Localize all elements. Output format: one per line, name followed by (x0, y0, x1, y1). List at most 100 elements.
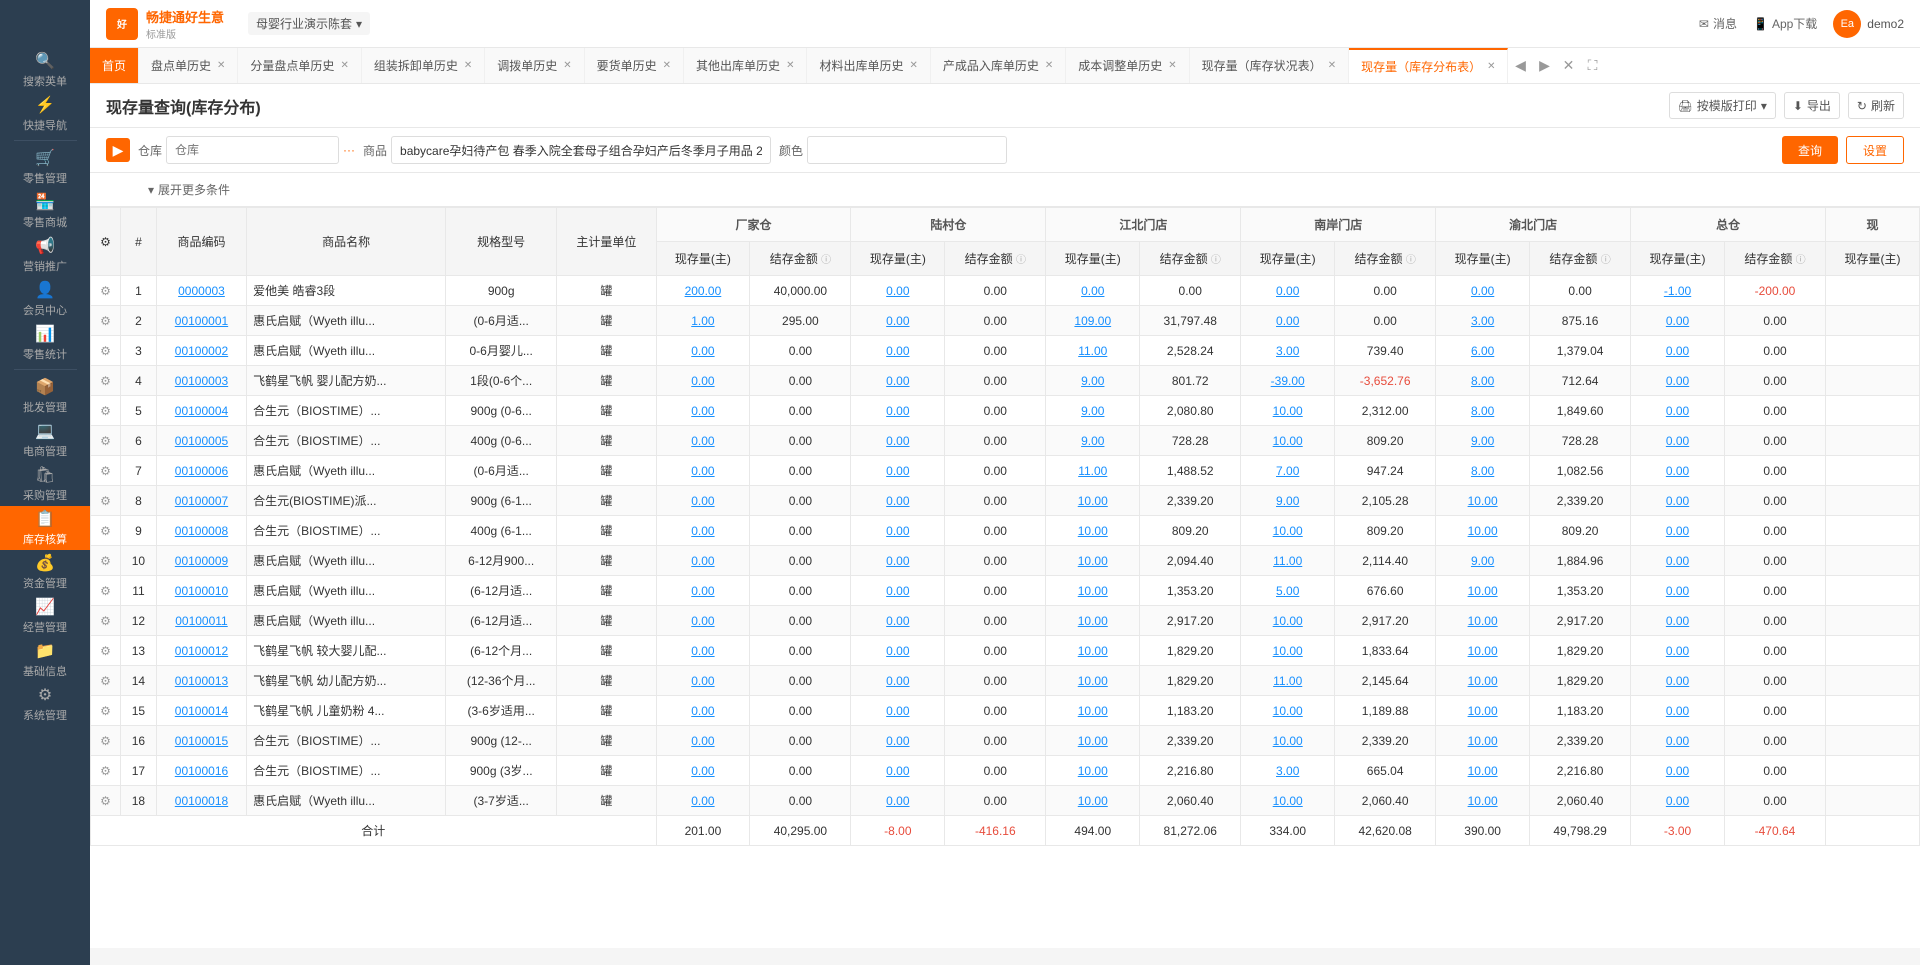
close-tab-icon[interactable]: ✕ (1045, 60, 1053, 71)
close-tab-icon[interactable]: ✕ (217, 60, 225, 71)
row-gear[interactable]: ⚙ (91, 726, 121, 756)
settings-btn[interactable]: 设置 (1846, 136, 1904, 164)
row-gear[interactable]: ⚙ (91, 396, 121, 426)
row-jb-qty: 10.00 (1046, 516, 1140, 546)
sidebar-item-search[interactable]: 🔍 搜索英单 (0, 48, 90, 92)
row-gear[interactable]: ⚙ (91, 516, 121, 546)
tab-product-in[interactable]: 产成品入库单历史 ✕ (931, 48, 1066, 84)
sidebar-item-member[interactable]: 👤 会员中心 (0, 277, 90, 321)
close-tab-icon[interactable]: ✕ (563, 60, 571, 71)
table-container[interactable]: ⚙ # 商品编码 商品名称 规格型号 主计量单位 厂家仓 陆村仓 江北门店 南岸… (90, 207, 1920, 948)
sidebar-item-finance[interactable]: 💰 资金管理 (0, 550, 90, 594)
color-input[interactable] (807, 136, 1007, 164)
app-download-btn[interactable]: 📱 App下载 (1753, 15, 1817, 32)
row-gear[interactable]: ⚙ (91, 666, 121, 696)
sidebar-item-wholesale[interactable]: 📦 批发管理 (0, 374, 90, 418)
close-tab-icon[interactable]: ✕ (340, 60, 348, 71)
tab-inventory-check[interactable]: 盘点单历史 ✕ (139, 48, 238, 84)
row-jb-qty: 10.00 (1046, 486, 1140, 516)
nav-fullscreen-icon[interactable]: ⛶ (1580, 48, 1604, 84)
row-gear[interactable]: ⚙ (91, 696, 121, 726)
close-tab-icon[interactable]: ✕ (464, 60, 472, 71)
row-gear[interactable]: ⚙ (91, 606, 121, 636)
close-tab-icon[interactable]: ✕ (909, 60, 917, 71)
row-extra (1826, 306, 1920, 336)
row-lc-qty: 0.00 (851, 396, 945, 426)
refresh-btn[interactable]: ↻ 刷新 (1848, 92, 1904, 119)
row-gear[interactable]: ⚙ (91, 486, 121, 516)
close-tab-icon[interactable]: ✕ (1328, 60, 1336, 71)
tab-material-out[interactable]: 材料出库单历史 ✕ (807, 48, 930, 84)
query-btn[interactable]: 查询 (1782, 136, 1838, 164)
row-spec: 900g (0-6... (446, 396, 557, 426)
row-gear[interactable]: ⚙ (91, 756, 121, 786)
close-tab-icon[interactable]: ✕ (1487, 61, 1495, 72)
tab-order[interactable]: 要货单历史 ✕ (585, 48, 684, 84)
sidebar-item-purchase[interactable]: 🛍 采购管理 (0, 462, 90, 506)
nav-close-icon[interactable]: ✕ (1556, 48, 1580, 84)
tab-transfer[interactable]: 调拨单历史 ✕ (485, 48, 584, 84)
tab-stock-dist[interactable]: 现存量（库存分布表） ✕ (1349, 48, 1508, 84)
goods-input[interactable] (391, 136, 771, 164)
row-cjj-amt: 0.00 (750, 726, 851, 756)
row-gear[interactable]: ⚙ (91, 426, 121, 456)
gear-header[interactable]: ⚙ (91, 208, 121, 276)
sidebar-item-marketing[interactable]: 📢 营销推广 (0, 233, 90, 277)
export-btn[interactable]: ⬇ 导出 (1784, 92, 1840, 119)
row-name: 惠氏启赋（Wyeth illu... (247, 306, 446, 336)
row-spec: 900g (3岁... (446, 756, 557, 786)
sidebar-item-system[interactable]: ⚙ 系统管理 (0, 682, 90, 726)
sidebar-item-retail-stats[interactable]: 📊 零售统计 (0, 321, 90, 365)
row-gear[interactable]: ⚙ (91, 276, 121, 306)
row-gear[interactable]: ⚙ (91, 306, 121, 336)
nav-prev-arrow[interactable]: ◀ (1508, 48, 1532, 84)
row-cjj-qty: 1.00 (656, 306, 750, 336)
sidebar-item-mall[interactable]: 🏪 零售商城 (0, 189, 90, 233)
row-name: 飞鹤星飞帆 幼儿配方奶... (247, 666, 446, 696)
sidebar-item-basic[interactable]: 📁 基础信息 (0, 638, 90, 682)
row-gear[interactable]: ⚙ (91, 576, 121, 606)
row-gear[interactable]: ⚙ (91, 456, 121, 486)
row-yb-amt: 2,060.40 (1530, 786, 1631, 816)
warehouse-input[interactable] (166, 136, 339, 164)
tab-assemble[interactable]: 组装拆卸单历史 ✕ (362, 48, 485, 84)
close-tab-icon[interactable]: ✕ (786, 60, 794, 71)
row-gear[interactable]: ⚙ (91, 786, 121, 816)
row-jb-qty: 9.00 (1046, 366, 1140, 396)
row-gear[interactable]: ⚙ (91, 366, 121, 396)
print-btn[interactable]: 🖨 按模版打印 ▾ (1669, 92, 1776, 119)
sidebar-item-retail[interactable]: 🛒 零售管理 (0, 145, 90, 189)
jb-amt-header: 结存金额 ⓘ (1140, 242, 1241, 276)
tab-home[interactable]: 首页 (90, 48, 139, 84)
row-yb-qty: 8.00 (1436, 456, 1530, 486)
user-menu[interactable]: Ea demo2 (1833, 10, 1904, 38)
row-total-amt: 0.00 (1724, 786, 1825, 816)
sidebar-item-ecommerce[interactable]: 💻 电商管理 (0, 418, 90, 462)
tab-portion-check[interactable]: 分量盘点单历史 ✕ (238, 48, 361, 84)
expand-conditions-btn[interactable]: ▾ 展开更多条件 (140, 177, 238, 202)
tab-stock-status[interactable]: 现存量（库存状况表） ✕ (1190, 48, 1349, 84)
row-unit: 罐 (557, 636, 656, 666)
tab-cost-adjust[interactable]: 成本调整单历史 ✕ (1066, 48, 1189, 84)
sidebar-item-inventory[interactable]: 📋 库存核算 (0, 506, 90, 550)
row-na-amt: 2,312.00 (1335, 396, 1436, 426)
row-total-qty: 0.00 (1631, 576, 1725, 606)
close-tab-icon[interactable]: ✕ (663, 60, 671, 71)
table-row: ⚙ 10 00100009 惠氏启赋（Wyeth illu... 6-12月90… (91, 546, 1920, 576)
close-tab-icon[interactable]: ✕ (1168, 60, 1176, 71)
nav-next-arrow[interactable]: ▶ (1532, 48, 1556, 84)
sidebar-item-management[interactable]: 📈 经营管理 (0, 594, 90, 638)
warehouse-total-header: 总仓 (1631, 208, 1826, 242)
tab-outstock[interactable]: 其他出库单历史 ✕ (684, 48, 807, 84)
message-btn[interactable]: ✉ 消息 (1699, 15, 1737, 32)
row-gear[interactable]: ⚙ (91, 546, 121, 576)
row-spec: 400g (0-6... (446, 426, 557, 456)
sidebar-item-quicknav[interactable]: ⚡ 快捷导航 (0, 92, 90, 136)
industry-dropdown[interactable]: 母婴行业演示陈套 ▾ (248, 12, 370, 35)
row-cjj-amt: 40,000.00 (750, 276, 851, 306)
row-gear[interactable]: ⚙ (91, 636, 121, 666)
row-yb-qty: 10.00 (1436, 786, 1530, 816)
row-code: 00100002 (156, 336, 246, 366)
filter-toggle-btn[interactable]: ▶ (106, 138, 130, 162)
row-gear[interactable]: ⚙ (91, 336, 121, 366)
